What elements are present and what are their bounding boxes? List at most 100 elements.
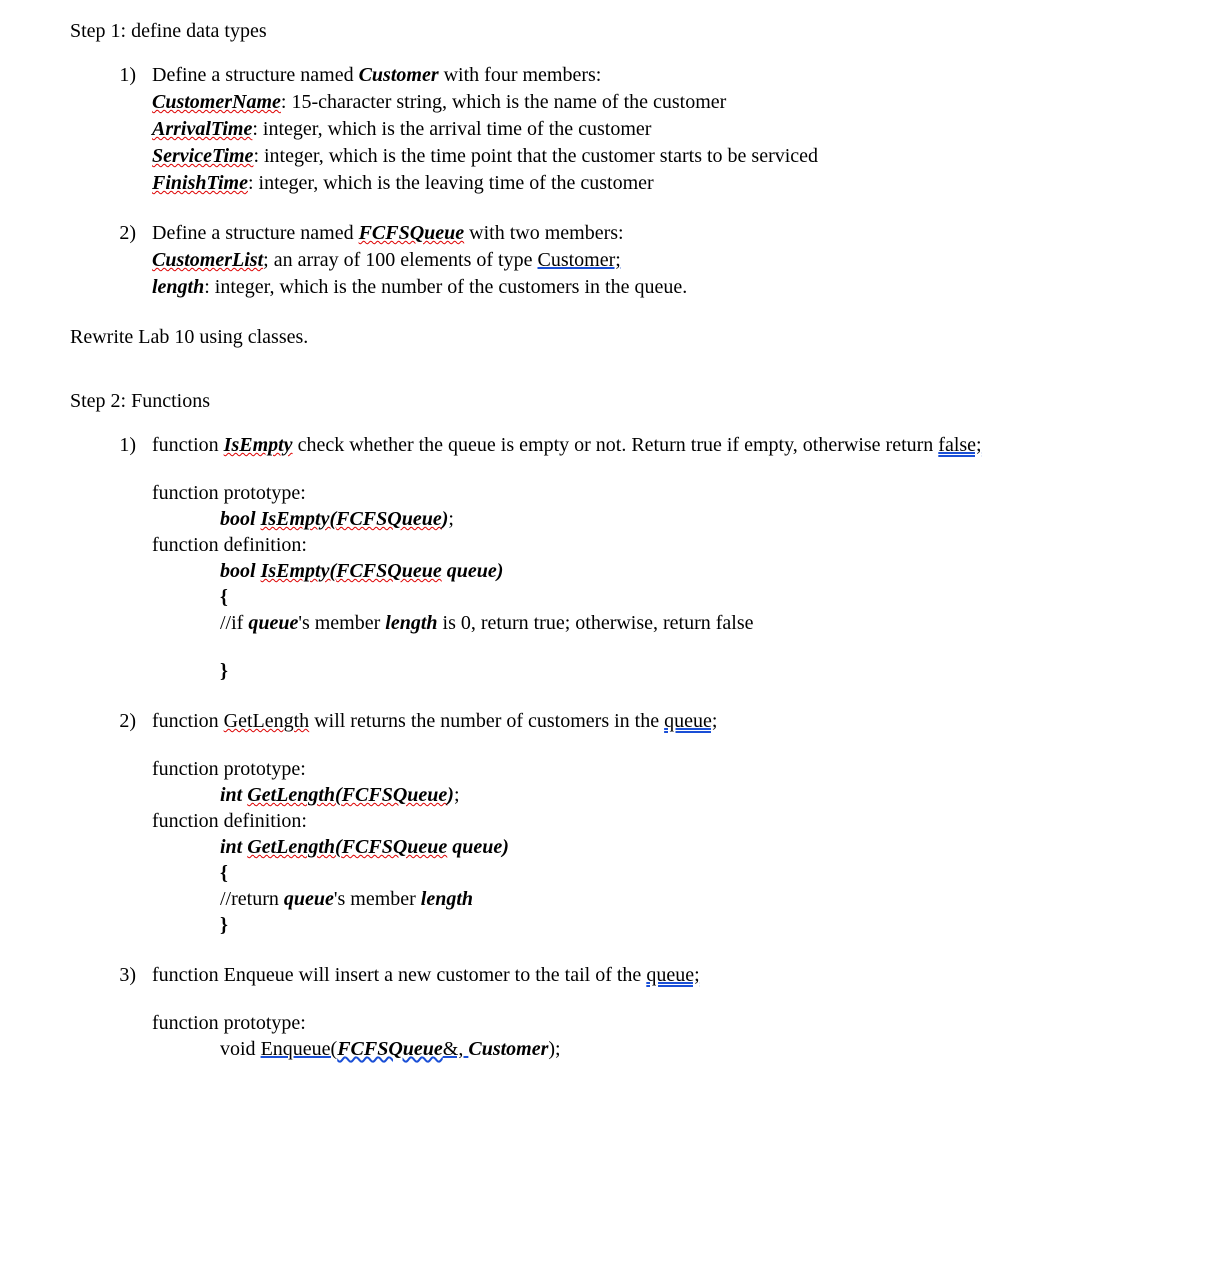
text: 's member xyxy=(334,888,421,910)
text: with four members: xyxy=(439,64,602,86)
text: will returns the number of customers in … xyxy=(309,710,664,732)
step2-item2: 2) function GetLength will returns the n… xyxy=(100,708,1148,938)
proto-label: function prototype: xyxy=(152,480,1148,506)
list-marker: 2) xyxy=(100,708,152,938)
def-label: function definition: xyxy=(152,808,1148,834)
text: : 15-character string, which is the name… xyxy=(281,91,726,113)
text: queue) xyxy=(447,836,509,858)
text: bool xyxy=(220,508,261,530)
member-label: ArrivalTime xyxy=(152,118,252,140)
text: IsEmpty( xyxy=(261,508,337,530)
text: : integer, which is the number of the cu… xyxy=(204,276,687,298)
proto-line: void Enqueue(FCFSQueue&, Customer); xyxy=(220,1036,1148,1062)
link-text: queue; xyxy=(664,710,717,732)
comment-line: //if queue's member length is 0, return … xyxy=(220,610,1148,636)
proto-line: bool IsEmpty(FCFSQueue); xyxy=(220,506,1148,532)
step2-item3: 3) function Enqueue will insert a new cu… xyxy=(100,962,1148,1062)
text: length xyxy=(385,612,437,634)
text: ) xyxy=(447,784,454,806)
brace-open: { xyxy=(220,860,1148,886)
text: FCFSQueue xyxy=(342,784,448,806)
text: : integer, which is the time point that … xyxy=(253,145,818,167)
intro-line: Define a structure named Customer with f… xyxy=(152,62,1148,88)
text: ; an array of 100 elements of type xyxy=(263,249,537,271)
member-label: FinishTime xyxy=(152,172,248,194)
text: FCFSQueue xyxy=(337,1038,443,1060)
text: length xyxy=(421,888,473,910)
brace-close: } xyxy=(220,912,1148,938)
text: queue xyxy=(284,888,334,910)
text: is 0, return true; otherwise, return fal… xyxy=(438,612,754,634)
text: function Enqueue will insert a new custo… xyxy=(152,964,646,986)
text: Enqueue( xyxy=(261,1038,338,1060)
text: ); xyxy=(548,1038,560,1060)
member-label: CustomerList xyxy=(152,249,263,271)
list-marker: 1) xyxy=(100,432,152,684)
text: : integer, which is the arrival time of … xyxy=(252,118,651,140)
brace-close: } xyxy=(220,658,1148,684)
text: void xyxy=(220,1038,261,1060)
text: FCFSQueue xyxy=(336,560,442,582)
text: GetLength( xyxy=(247,836,341,858)
text: int xyxy=(220,836,247,858)
text: check whether the queue is empty or not.… xyxy=(293,434,939,456)
text: Customer xyxy=(468,1038,548,1060)
comment-line: //return queue's member length xyxy=(220,886,1148,912)
list-body: function GetLength will returns the numb… xyxy=(152,708,1148,938)
step1-item1: 1) Define a structure named Customer wit… xyxy=(100,62,1148,196)
text: &, xyxy=(443,1038,469,1060)
proto-line: int GetLength(FCFSQueue); xyxy=(220,782,1148,808)
text: int xyxy=(220,784,247,806)
text: FCFSQueue xyxy=(336,508,442,530)
link-text: false; xyxy=(938,434,981,456)
member-line: FinishTime: integer, which is the leavin… xyxy=(152,170,1148,196)
intro-line: function GetLength will returns the numb… xyxy=(152,708,1148,734)
text: : integer, which is the leaving time of … xyxy=(248,172,654,194)
intro-line: Define a structure named FCFSQueue with … xyxy=(152,220,1148,246)
list-marker: 2) xyxy=(100,220,152,300)
text: bool xyxy=(220,560,261,582)
rewrite-note: Rewrite Lab 10 using classes. xyxy=(70,324,1148,350)
step1-heading: Step 1: define data types xyxy=(70,18,1148,44)
text: Define a structure named xyxy=(152,64,359,86)
def-label: function definition: xyxy=(152,532,1148,558)
list-marker: 1) xyxy=(100,62,152,196)
proto-label: function prototype: xyxy=(152,1010,1148,1036)
member-label: ServiceTime xyxy=(152,145,253,167)
list-body: Define a structure named Customer with f… xyxy=(152,62,1148,196)
link-text: queue; xyxy=(646,964,699,986)
list-body: function Enqueue will insert a new custo… xyxy=(152,962,1148,1062)
func-name: GetLength xyxy=(224,710,310,732)
member-label: CustomerName xyxy=(152,91,281,113)
text: IsEmpty( xyxy=(261,560,337,582)
list-body: Define a structure named FCFSQueue with … xyxy=(152,220,1148,300)
def-line: bool IsEmpty(FCFSQueue queue) xyxy=(220,558,1148,584)
text: function xyxy=(152,710,224,732)
list-body: function IsEmpty check whether the queue… xyxy=(152,432,1148,684)
struct-name: Customer xyxy=(359,64,439,86)
text: Define a structure named xyxy=(152,222,359,244)
text: 's member xyxy=(298,612,385,634)
brace-open: { xyxy=(220,584,1148,610)
intro-line: function IsEmpty check whether the queue… xyxy=(152,432,1148,458)
step2-heading: Step 2: Functions xyxy=(70,388,1148,414)
text: with two members: xyxy=(464,222,623,244)
step1-item2: 2) Define a structure named FCFSQueue wi… xyxy=(100,220,1148,300)
step2-item1: 1) function IsEmpty check whether the qu… xyxy=(100,432,1148,684)
step1-list: 1) Define a structure named Customer wit… xyxy=(100,62,1148,300)
text: queue xyxy=(248,612,298,634)
member-line: CustomerList; an array of 100 elements o… xyxy=(152,247,1148,273)
text: //if xyxy=(220,612,248,634)
member-label: length xyxy=(152,276,204,298)
struct-name: FCFSQueue xyxy=(359,222,465,244)
member-line: length: integer, which is the number of … xyxy=(152,274,1148,300)
text: ; xyxy=(454,784,460,806)
member-line: CustomerName: 15-character string, which… xyxy=(152,89,1148,115)
intro-line: function Enqueue will insert a new custo… xyxy=(152,962,1148,988)
func-name: IsEmpty xyxy=(224,434,293,456)
text: ; xyxy=(448,508,454,530)
text: //return xyxy=(220,888,284,910)
type-link: Customer; xyxy=(538,249,621,271)
list-marker: 3) xyxy=(100,962,152,1062)
proto-label: function prototype: xyxy=(152,756,1148,782)
